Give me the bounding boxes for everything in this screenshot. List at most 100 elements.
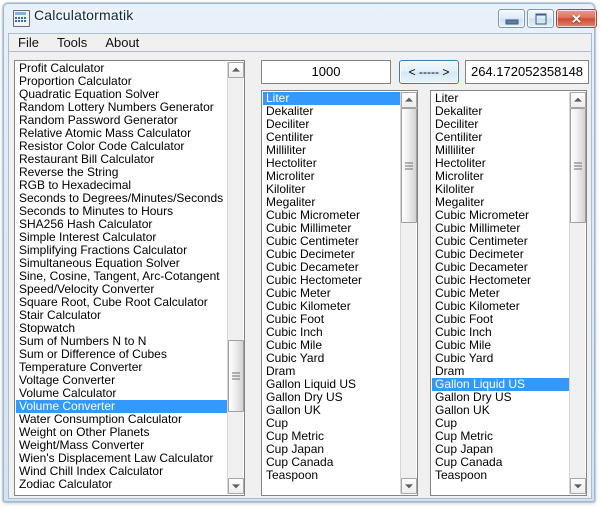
menu-item-tools[interactable]: Tools xyxy=(48,34,96,51)
list-item[interactable]: Megaliter xyxy=(263,196,400,209)
minimize-button[interactable] xyxy=(498,9,525,28)
scroll-up-icon[interactable] xyxy=(570,92,586,108)
list-item[interactable]: Cubic Micrometer xyxy=(263,209,400,222)
list-item[interactable]: Square Root, Cube Root Calculator xyxy=(16,296,227,309)
list-item[interactable]: Zodiac Calculator xyxy=(16,478,227,491)
list-item[interactable]: Stair Calculator xyxy=(16,309,227,322)
list-item[interactable]: Cubic Decameter xyxy=(263,261,400,274)
list-item[interactable]: Cubic Inch xyxy=(432,326,569,339)
list-item[interactable]: Cubic Millimeter xyxy=(263,222,400,235)
list-item[interactable]: Cubic Meter xyxy=(263,287,400,300)
list-item[interactable]: Cubic Decimeter xyxy=(263,248,400,261)
list-item[interactable]: Kiloliter xyxy=(263,183,400,196)
close-button[interactable]: ✕ xyxy=(556,9,597,28)
from-unit-scrollbar[interactable] xyxy=(400,92,416,494)
list-item[interactable]: Cubic Millimeter xyxy=(432,222,569,235)
value-input[interactable]: 1000 xyxy=(261,60,391,84)
list-item[interactable]: Cubic Decimeter xyxy=(432,248,569,261)
list-item[interactable]: Sum of Numbers N to N xyxy=(16,335,227,348)
list-item[interactable]: Deciliter xyxy=(263,118,400,131)
list-item[interactable]: Cubic Foot xyxy=(263,313,400,326)
list-item[interactable]: Cubic Centimeter xyxy=(432,235,569,248)
list-item[interactable]: Cubic Yard xyxy=(263,352,400,365)
list-item[interactable]: Gallon Dry US xyxy=(432,391,569,404)
result-output[interactable]: 264.172052358148 xyxy=(465,60,589,84)
list-item[interactable]: Cubic Micrometer xyxy=(432,209,569,222)
list-item[interactable]: Cubic Kilometer xyxy=(263,300,400,313)
list-item[interactable]: Deciliter xyxy=(432,118,569,131)
scrollbar-thumb[interactable] xyxy=(570,108,586,223)
list-item[interactable]: Megaliter xyxy=(432,196,569,209)
list-item[interactable]: Wien's Displacement Law Calculator xyxy=(16,452,227,465)
list-item[interactable]: Gallon UK xyxy=(432,404,569,417)
list-item[interactable]: Milliliter xyxy=(432,144,569,157)
list-item[interactable]: SHA256 Hash Calculator xyxy=(16,218,227,231)
scrollbar-thumb[interactable] xyxy=(401,108,417,223)
scroll-up-icon[interactable] xyxy=(401,92,417,108)
list-item[interactable]: Profit Calculator xyxy=(16,62,227,75)
maximize-button[interactable] xyxy=(527,9,554,28)
list-item[interactable]: Cubic Kilometer xyxy=(432,300,569,313)
list-item[interactable]: Centiliter xyxy=(263,131,400,144)
list-item[interactable]: Weight/Mass Converter xyxy=(16,439,227,452)
list-item[interactable]: Restaurant Bill Calculator xyxy=(16,153,227,166)
list-item[interactable]: Speed/Velocity Converter xyxy=(16,283,227,296)
list-item[interactable]: Cubic Inch xyxy=(263,326,400,339)
list-item[interactable]: Kiloliter xyxy=(432,183,569,196)
list-item[interactable]: Random Password Generator xyxy=(16,114,227,127)
list-item[interactable]: Cubic Yard xyxy=(432,352,569,365)
list-item[interactable]: Cubic Mile xyxy=(432,339,569,352)
list-item[interactable]: Weight on Other Planets xyxy=(16,426,227,439)
list-item[interactable]: Cubic Mile xyxy=(263,339,400,352)
list-item[interactable]: Sine, Cosine, Tangent, Arc-Cotangent xyxy=(16,270,227,283)
list-item[interactable]: Gallon Dry US xyxy=(263,391,400,404)
list-item[interactable]: Volume Converter xyxy=(16,400,227,413)
list-item[interactable]: Seconds to Degrees/Minutes/Seconds xyxy=(16,192,227,205)
list-item[interactable]: Liter xyxy=(432,92,569,105)
scroll-down-icon[interactable] xyxy=(570,478,586,494)
list-item[interactable]: Cup Canada xyxy=(263,456,400,469)
list-item[interactable]: Cup Japan xyxy=(263,443,400,456)
list-item[interactable]: Cup xyxy=(432,417,569,430)
list-item[interactable]: Voltage Converter xyxy=(16,374,227,387)
tool-list[interactable]: Profit CalculatorProportion CalculatorQu… xyxy=(14,60,245,496)
list-item[interactable]: Gallon Liquid US xyxy=(263,378,400,391)
list-item[interactable]: Volume Calculator xyxy=(16,387,227,400)
list-item[interactable]: Cubic Decameter xyxy=(432,261,569,274)
list-item[interactable]: Cubic Centimeter xyxy=(263,235,400,248)
list-item[interactable]: Quadratic Equation Solver xyxy=(16,88,227,101)
list-item[interactable]: Resistor Color Code Calculator xyxy=(16,140,227,153)
list-item[interactable]: Cup Metric xyxy=(263,430,400,443)
list-item[interactable]: Sum or Difference of Cubes xyxy=(16,348,227,361)
list-item[interactable]: Cubic Hectometer xyxy=(263,274,400,287)
list-item[interactable]: Dekaliter xyxy=(432,105,569,118)
from-unit-list[interactable]: LiterDekaliterDeciliterCentiliterMillili… xyxy=(261,90,418,496)
list-item[interactable]: Temperature Converter xyxy=(16,361,227,374)
list-item[interactable]: Random Lottery Numbers Generator xyxy=(16,101,227,114)
list-item[interactable]: Microliter xyxy=(263,170,400,183)
list-item[interactable]: Stopwatch xyxy=(16,322,227,335)
list-item[interactable]: Gallon Liquid US xyxy=(432,378,569,391)
to-unit-list[interactable]: LiterDekaliterDeciliterCentiliterMillili… xyxy=(430,90,587,496)
list-item[interactable]: Teaspoon xyxy=(263,469,400,482)
list-item[interactable]: Microliter xyxy=(432,170,569,183)
list-item[interactable]: Water Consumption Calculator xyxy=(16,413,227,426)
list-item[interactable]: Milliliter xyxy=(263,144,400,157)
list-item[interactable]: Cup xyxy=(263,417,400,430)
to-unit-scrollbar[interactable] xyxy=(569,92,585,494)
list-item[interactable]: Hectoliter xyxy=(263,157,400,170)
list-item[interactable]: Teaspoon xyxy=(432,469,569,482)
list-item[interactable]: Seconds to Minutes to Hours xyxy=(16,205,227,218)
list-item[interactable]: Dram xyxy=(263,365,400,378)
scroll-down-icon[interactable] xyxy=(401,478,417,494)
scroll-up-icon[interactable] xyxy=(228,62,244,78)
list-item[interactable]: Relative Atomic Mass Calculator xyxy=(16,127,227,140)
list-item[interactable]: Gallon UK xyxy=(263,404,400,417)
list-item[interactable]: Simple Interest Calculator xyxy=(16,231,227,244)
list-item[interactable]: Simplifying Fractions Calculator xyxy=(16,244,227,257)
list-item[interactable]: Cubic Hectometer xyxy=(432,274,569,287)
list-item[interactable]: Cup Canada xyxy=(432,456,569,469)
list-item[interactable]: Reverse the String xyxy=(16,166,227,179)
scroll-down-icon[interactable] xyxy=(228,478,244,494)
list-item[interactable]: Liter xyxy=(263,92,400,105)
